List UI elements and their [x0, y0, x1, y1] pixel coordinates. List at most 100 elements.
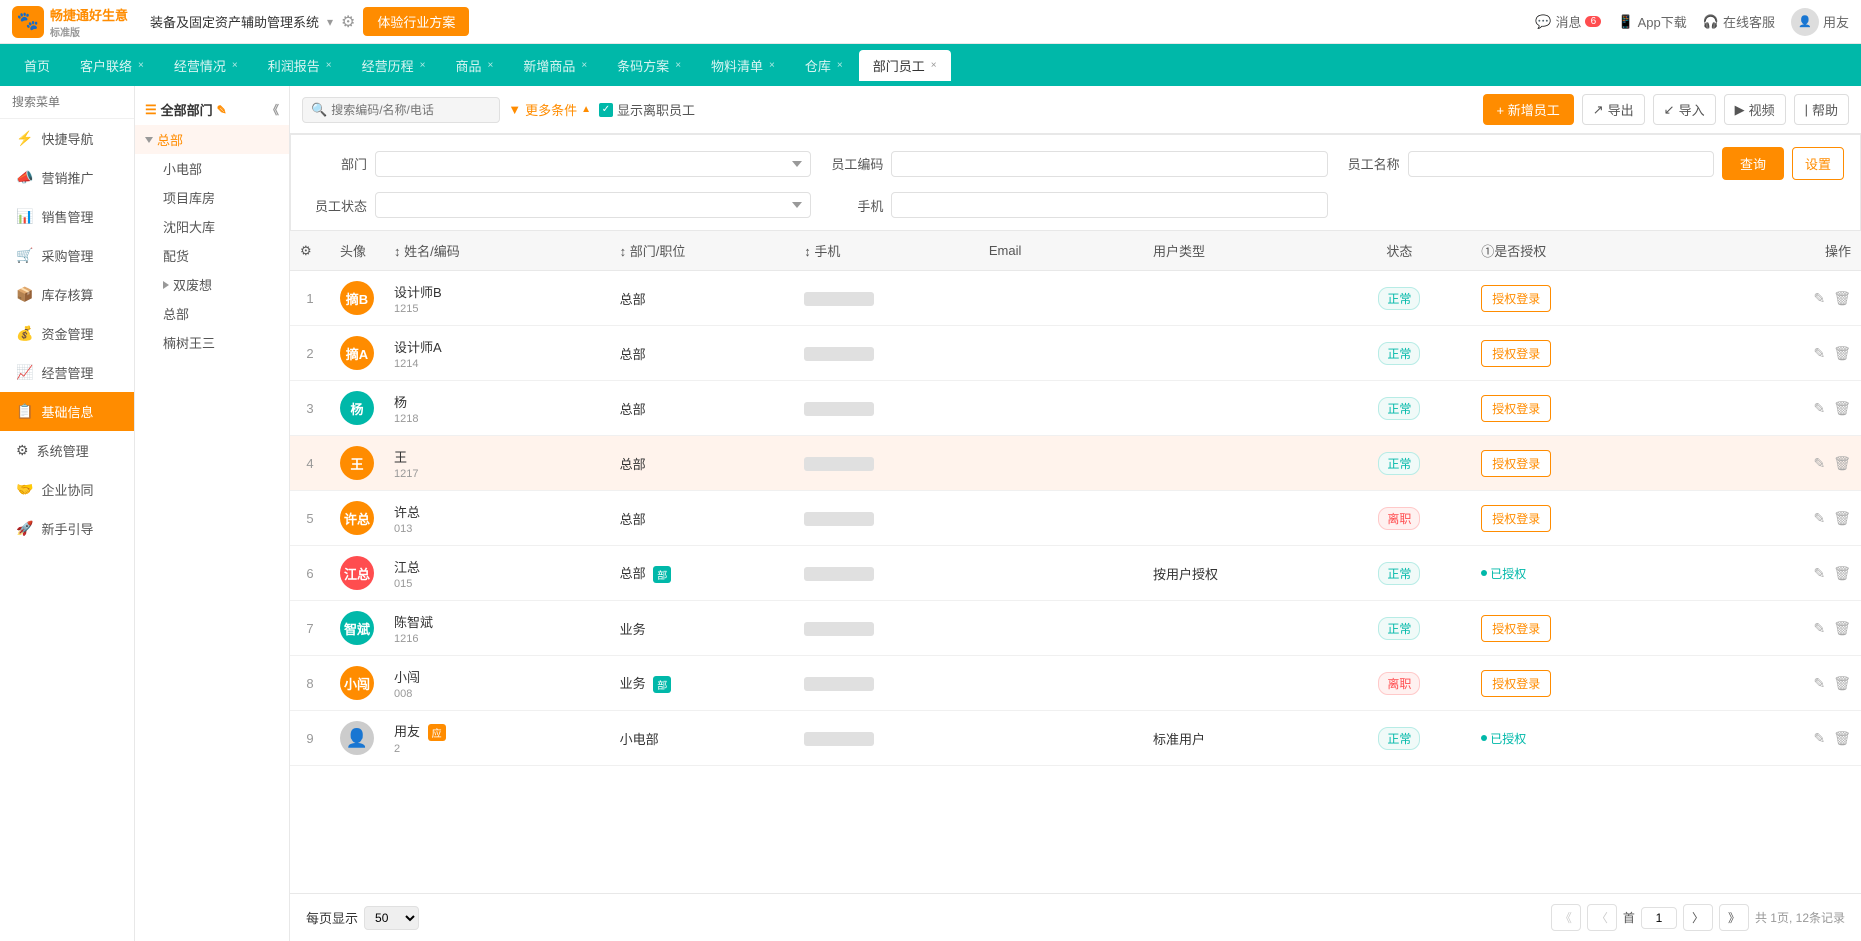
- close-tab-icon[interactable]: ×: [837, 60, 843, 71]
- more-filter-btn[interactable]: ▼ 更多条件 ▲: [508, 100, 591, 119]
- th-phone[interactable]: ↕ 手机: [794, 231, 979, 271]
- dept-item-沈阳大库[interactable]: 沈阳大库: [135, 212, 289, 241]
- delete-icon[interactable]: 🗑: [1833, 510, 1851, 527]
- close-tab-icon[interactable]: ×: [487, 60, 493, 71]
- auth-btn[interactable]: 授权登录: [1481, 615, 1551, 642]
- gear-icon[interactable]: ⚙: [341, 12, 355, 32]
- auth-btn[interactable]: 授权登录: [1481, 505, 1551, 532]
- auth-btn[interactable]: 授权登录: [1481, 340, 1551, 367]
- filter-status-select[interactable]: [375, 192, 811, 218]
- close-tab-icon[interactable]: ×: [675, 60, 681, 71]
- search-wrap[interactable]: 🔍: [302, 97, 500, 123]
- close-tab-icon[interactable]: ×: [931, 60, 937, 71]
- last-page-btn[interactable]: 》: [1719, 904, 1749, 931]
- close-tab-icon[interactable]: ×: [138, 60, 144, 71]
- nav-tab-商品[interactable]: 商品×: [441, 50, 507, 81]
- sidebar-item-企业协同[interactable]: 🤝企业协同: [0, 470, 134, 509]
- next-page-btn[interactable]: 〉: [1683, 904, 1713, 931]
- dept-item-双废想[interactable]: 双废想: [135, 270, 289, 299]
- sidebar-item-销售管理[interactable]: 📊销售管理: [0, 197, 134, 236]
- sidebar-item-系统管理[interactable]: ⚙系统管理: [0, 431, 134, 470]
- nav-tab-条码方案[interactable]: 条码方案×: [603, 50, 695, 81]
- auth-btn[interactable]: 授权登录: [1481, 395, 1551, 422]
- import-button[interactable]: ↙ 导入: [1653, 94, 1716, 125]
- sidebar-item-库存核算[interactable]: 📦库存核算: [0, 275, 134, 314]
- dept-item-配货[interactable]: 配货: [135, 241, 289, 270]
- filter-dept-select[interactable]: [375, 151, 811, 177]
- dept-item-总部[interactable]: 总部: [135, 125, 289, 154]
- close-tab-icon[interactable]: ×: [232, 60, 238, 71]
- show-resigned-toggle[interactable]: ✓ 显示离职员工: [599, 100, 695, 119]
- search-input[interactable]: [331, 103, 491, 117]
- filter-empcode-input[interactable]: [891, 151, 1327, 177]
- app-download-action[interactable]: 📱 App下载: [1617, 12, 1686, 31]
- page-size-select[interactable]: 50 100: [364, 906, 419, 930]
- nav-tab-部门员工[interactable]: 部门员工×: [859, 50, 951, 81]
- close-tab-icon[interactable]: ×: [769, 60, 775, 71]
- edit-icon[interactable]: ✎: [1813, 620, 1825, 637]
- edit-icon[interactable]: ✎: [1813, 565, 1825, 582]
- nav-tab-客户联络[interactable]: 客户联络×: [66, 50, 158, 81]
- edit-icon[interactable]: ✎: [1813, 400, 1825, 417]
- delete-icon[interactable]: 🗑: [1833, 455, 1851, 472]
- close-tab-icon[interactable]: ×: [420, 60, 426, 71]
- dept-all-label[interactable]: 全部部门: [161, 100, 213, 119]
- edit-icon[interactable]: ✎: [1813, 345, 1825, 362]
- edit-icon[interactable]: ✎: [1813, 675, 1825, 692]
- dept-item-项目库房[interactable]: 项目库房: [135, 183, 289, 212]
- dept-edit-icon[interactable]: ✎: [217, 103, 227, 117]
- auth-btn[interactable]: 授权登录: [1481, 450, 1551, 477]
- edit-icon[interactable]: ✎: [1813, 290, 1825, 307]
- message-action[interactable]: 💬 消息 6: [1535, 12, 1601, 31]
- delete-icon[interactable]: 🗑: [1833, 565, 1851, 582]
- nav-tab-首页[interactable]: 首页: [10, 50, 64, 81]
- dept-item-小电部[interactable]: 小电部: [135, 154, 289, 183]
- edit-icon[interactable]: ✎: [1813, 455, 1825, 472]
- dept-item-总部[interactable]: 总部: [135, 299, 289, 328]
- dept-collapse-icon[interactable]: 《: [267, 101, 279, 118]
- nav-tab-经营情况[interactable]: 经营情况×: [160, 50, 252, 81]
- sidebar-item-资金管理[interactable]: 💰资金管理: [0, 314, 134, 353]
- delete-icon[interactable]: 🗑: [1833, 345, 1851, 362]
- sidebar-item-基础信息[interactable]: 📋基础信息: [0, 392, 134, 431]
- th-dept[interactable]: ↕ 部门/职位: [610, 231, 795, 271]
- nav-tab-经营历程[interactable]: 经营历程×: [348, 50, 440, 81]
- delete-icon[interactable]: 🗑: [1833, 400, 1851, 417]
- add-employee-button[interactable]: + 新增员工: [1483, 94, 1574, 125]
- edit-icon[interactable]: ✎: [1813, 730, 1825, 747]
- nav-tab-物料清单[interactable]: 物料清单×: [697, 50, 789, 81]
- nav-tab-利润报告[interactable]: 利润报告×: [254, 50, 346, 81]
- online-service-action[interactable]: 🎧 在线客服: [1703, 12, 1775, 31]
- sidebar-item-新手引导[interactable]: 🚀新手引导: [0, 509, 134, 548]
- page-input[interactable]: [1641, 907, 1677, 929]
- help-button[interactable]: | 帮助: [1794, 94, 1849, 125]
- close-tab-icon[interactable]: ×: [326, 60, 332, 71]
- sidebar-item-营销推广[interactable]: 📣营销推广: [0, 158, 134, 197]
- delete-icon[interactable]: 🗑: [1833, 620, 1851, 637]
- sys-dropdown-icon[interactable]: ▾: [327, 15, 333, 29]
- trial-button[interactable]: 体验行业方案: [363, 7, 469, 36]
- th-name[interactable]: ↕ 姓名/编码: [384, 231, 610, 271]
- setting-button[interactable]: 设置: [1792, 147, 1844, 180]
- sidebar-item-经营管理[interactable]: 📈经营管理: [0, 353, 134, 392]
- filter-empname-input[interactable]: [1408, 151, 1714, 177]
- delete-icon[interactable]: 🗑: [1833, 290, 1851, 307]
- close-tab-icon[interactable]: ×: [581, 60, 587, 71]
- user-action[interactable]: 👤 用友: [1791, 8, 1849, 36]
- nav-tab-仓库[interactable]: 仓库×: [791, 50, 857, 81]
- sidebar-item-采购管理[interactable]: 🛒采购管理: [0, 236, 134, 275]
- filter-phone-input[interactable]: [891, 192, 1327, 218]
- edit-icon[interactable]: ✎: [1813, 510, 1825, 527]
- nav-tab-新增商品[interactable]: 新增商品×: [509, 50, 601, 81]
- export-button[interactable]: ↗ 导出: [1582, 94, 1645, 125]
- prev-page-btn[interactable]: 〈: [1587, 904, 1617, 931]
- auth-btn[interactable]: 授权登录: [1481, 670, 1551, 697]
- first-page-btn[interactable]: 《: [1551, 904, 1581, 931]
- delete-icon[interactable]: 🗑: [1833, 730, 1851, 747]
- sidebar-search[interactable]: 🔍: [0, 86, 134, 119]
- search-button[interactable]: 查询: [1722, 147, 1784, 180]
- auth-btn[interactable]: 授权登录: [1481, 285, 1551, 312]
- delete-icon[interactable]: 🗑: [1833, 675, 1851, 692]
- sidebar-item-快捷导航[interactable]: ⚡快捷导航: [0, 119, 134, 158]
- view-button[interactable]: ▶ 视频: [1724, 94, 1786, 125]
